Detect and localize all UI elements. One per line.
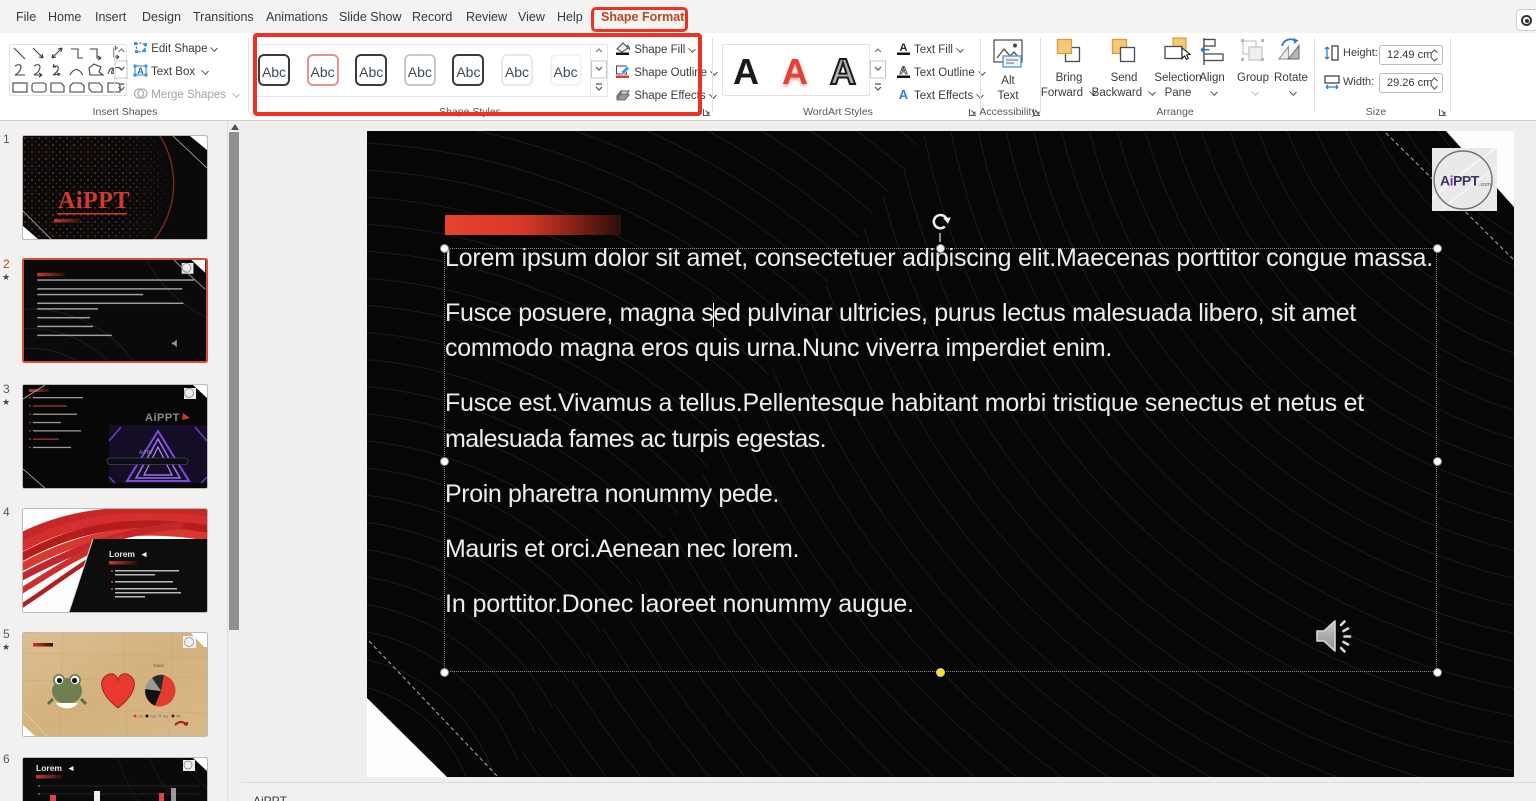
svg-text:2nd: 2nd <box>150 715 156 719</box>
svg-text:AiPPT: AiPPT <box>1440 173 1480 189</box>
svg-text:Lorem ◄: Lorem ◄ <box>36 763 75 773</box>
svg-text:4th: 4th <box>176 715 181 719</box>
svg-text:A: A <box>137 66 144 76</box>
svg-text:AiPPT: AiPPT <box>139 450 153 456</box>
svg-text:A: A <box>900 42 908 54</box>
svg-text:A: A <box>899 87 909 101</box>
svg-text:A: A <box>830 51 856 92</box>
svg-text:.com: .com <box>1479 182 1491 188</box>
svg-text:A: A <box>900 65 908 77</box>
svg-text:3rd: 3rd <box>163 715 168 719</box>
svg-text:Sales: Sales <box>153 663 165 668</box>
svg-text:A: A <box>782 51 808 92</box>
svg-text:1st: 1st <box>138 715 143 719</box>
svg-text:AiPPT: AiPPT <box>145 412 180 424</box>
svg-text:Lorem ◄: Lorem ◄ <box>109 549 148 559</box>
svg-text:A: A <box>733 51 759 92</box>
svg-text:AiPPT: AiPPT <box>58 188 130 214</box>
